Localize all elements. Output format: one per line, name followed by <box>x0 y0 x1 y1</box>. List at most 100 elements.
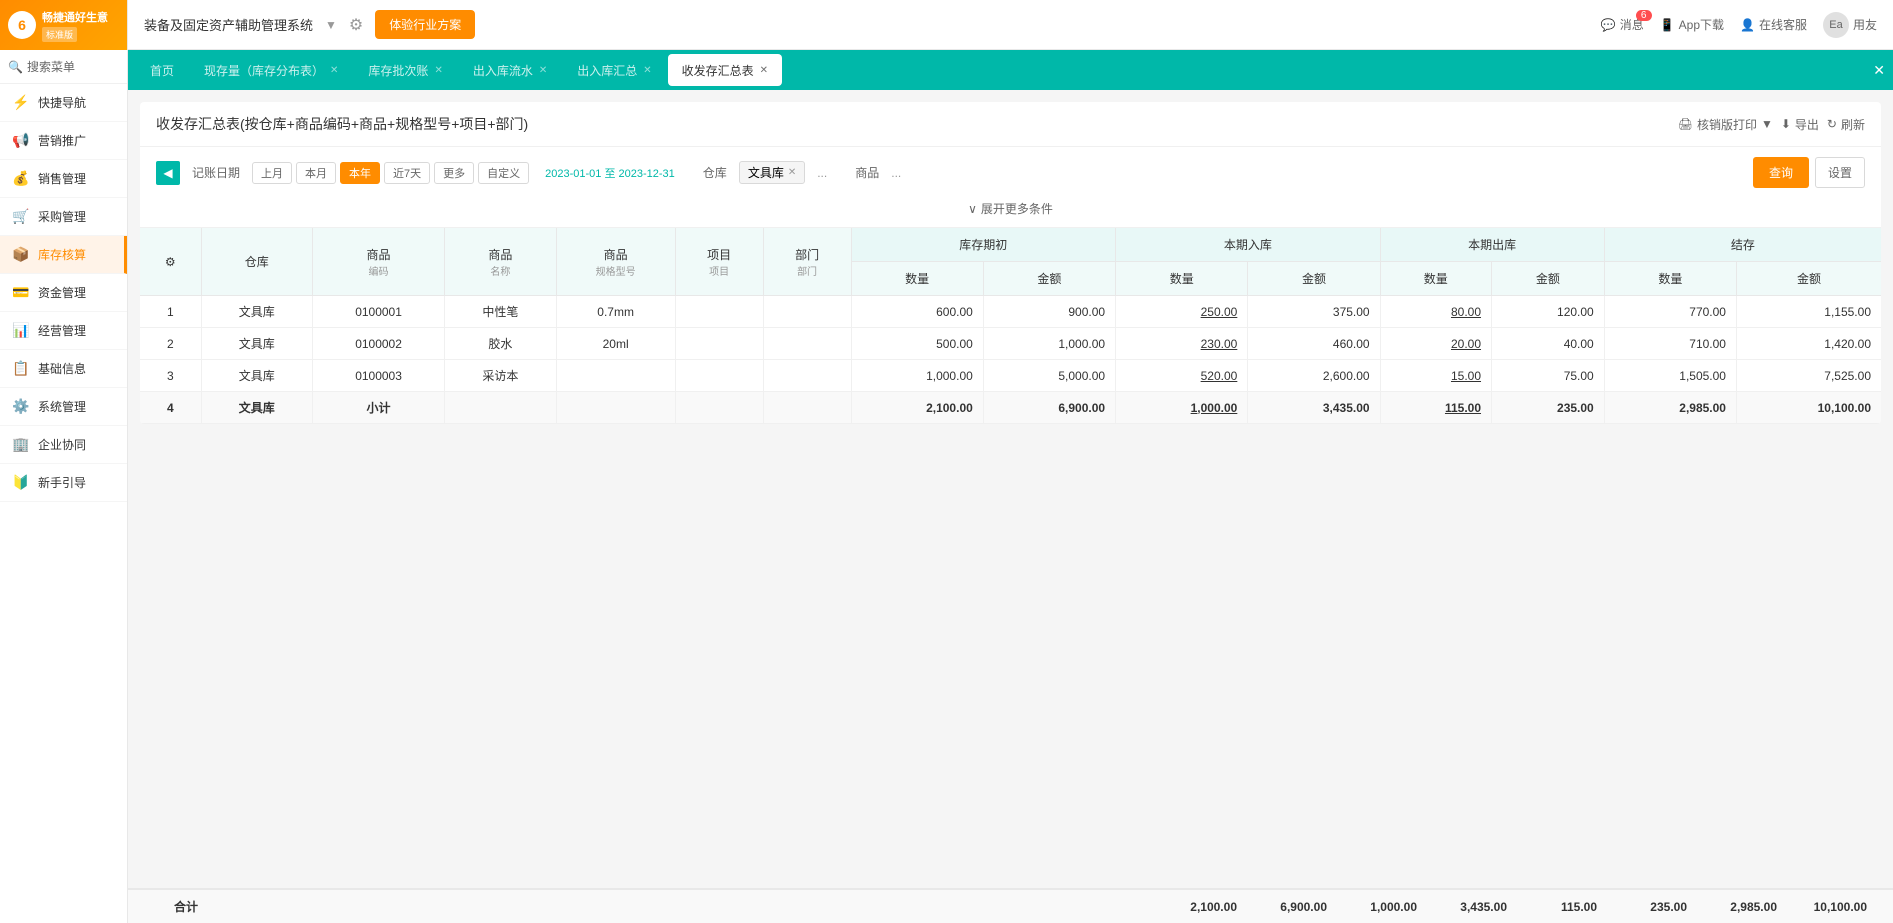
row1-name: 中性笔 <box>445 296 556 328</box>
date-this-month-button[interactable]: 本月 <box>296 162 336 184</box>
topbar-left: 装备及固定资产辅助管理系统 ▼ ⚙ 体验行业方案 <box>144 10 475 39</box>
management-label: 经营管理 <box>38 322 86 339</box>
row2-out-qty[interactable]: 20.00 <box>1380 328 1491 360</box>
user-menu[interactable]: Ea 用友 <box>1823 12 1877 38</box>
row1-no: 1 <box>140 296 201 328</box>
table-row: 1 文具库 0100001 中性笔 0.7mm 600.00 900.00 25… <box>140 296 1881 328</box>
page-actions: 🖨 核销版打印 ▼ ⬇ 导出 ↻ 刷新 <box>1678 116 1865 133</box>
logo-app-name: 畅捷通好生意 <box>42 9 108 25</box>
row1-out-amt: 120.00 <box>1492 296 1605 328</box>
sidebar-item-sales[interactable]: 💰 销售管理 <box>0 160 127 198</box>
search-icon: 🔍 <box>8 60 23 74</box>
topbar-settings-icon[interactable]: ⚙ <box>349 15 363 35</box>
tab-batch-label: 库存批次账 <box>368 62 428 79</box>
subtotal-out-amt: 235.00 <box>1492 392 1605 424</box>
row2-close-amt: 1,420.00 <box>1736 328 1881 360</box>
row1-warehouse: 文具库 <box>201 296 312 328</box>
date-more-button[interactable]: 更多 <box>434 162 474 184</box>
subtotal-open-qty: 2,100.00 <box>851 392 983 424</box>
warehouse-tag-close[interactable]: ✕ <box>788 167 796 178</box>
sidebar-item-marketing[interactable]: 📢 营销推广 <box>0 122 127 160</box>
sidebar-search[interactable]: 🔍 搜索菜单 <box>0 50 127 84</box>
try-industry-button[interactable]: 体验行业方案 <box>375 10 475 39</box>
refresh-button[interactable]: ↻ 刷新 <box>1827 116 1865 133</box>
subtotal-in-qty[interactable]: 1,000.00 <box>1116 392 1248 424</box>
print-button[interactable]: 🖨 核销版打印 ▼ <box>1678 116 1773 133</box>
tab-inout-flow-close[interactable]: ✕ <box>539 65 547 76</box>
expand-icon: ∨ <box>968 202 977 216</box>
tab-inout-summary-close[interactable]: ✕ <box>643 65 651 76</box>
date-custom-button[interactable]: 自定义 <box>478 162 529 184</box>
sidebar-logo: 6 畅捷通好生意 标准版 <box>0 0 127 50</box>
tab-inout-summary[interactable]: 出入库汇总 ✕ <box>563 54 665 86</box>
tab-inout-flow[interactable]: 出入库流水 ✕ <box>459 54 561 86</box>
tab-batch-close[interactable]: ✕ <box>434 65 442 76</box>
content-area: 收发存汇总表(按仓库+商品编码+商品+规格型号+项目+部门) 🖨 核销版打印 ▼… <box>128 90 1893 923</box>
row3-open-amt: 5,000.00 <box>983 360 1115 392</box>
date-last-month-button[interactable]: 上月 <box>252 162 292 184</box>
row1-project <box>675 296 763 328</box>
tab-receive-summary[interactable]: 收发存汇总表 ✕ <box>668 54 782 86</box>
row3-in-qty[interactable]: 520.00 <box>1116 360 1248 392</box>
row1-dept <box>763 296 851 328</box>
th-open-amt: 金额 <box>983 262 1115 296</box>
tab-inventory-dist-close[interactable]: ✕ <box>330 65 338 76</box>
inventory-icon: 📦 <box>12 246 30 263</box>
row3-out-qty[interactable]: 15.00 <box>1380 360 1491 392</box>
goods-more[interactable]: ... <box>891 166 901 180</box>
subtotal-close-amt: 10,100.00 <box>1736 392 1881 424</box>
export-label: 导出 <box>1795 116 1819 133</box>
sidebar-item-management[interactable]: 📊 经营管理 <box>0 312 127 350</box>
total-values: 2,100.00 6,900.00 1,000.00 3,435.00 115.… <box>1157 900 1877 914</box>
row1-in-qty[interactable]: 250.00 <box>1116 296 1248 328</box>
th-settings[interactable]: ⚙ <box>140 228 201 296</box>
warehouse-more[interactable]: ... <box>817 166 827 180</box>
row2-spec: 20ml <box>556 328 675 360</box>
query-button[interactable]: 查询 <box>1753 157 1809 188</box>
th-close-amt: 金额 <box>1736 262 1881 296</box>
expand-conditions-button[interactable]: ∨ 展开更多条件 <box>968 200 1053 217</box>
row3-close-amt: 7,525.00 <box>1736 360 1881 392</box>
sidebar-item-guide[interactable]: 🔰 新手引导 <box>0 464 127 502</box>
row2-in-qty[interactable]: 230.00 <box>1116 328 1248 360</box>
online-support-button[interactable]: 👤 在线客服 <box>1740 16 1807 33</box>
message-button[interactable]: 💬 消息 6 <box>1601 16 1644 33</box>
sales-label: 销售管理 <box>38 170 86 187</box>
subtotal-open-amt: 6,900.00 <box>983 392 1115 424</box>
page-header: 收发存汇总表(按仓库+商品编码+商品+规格型号+项目+部门) 🖨 核销版打印 ▼… <box>140 102 1881 147</box>
date-7days-button[interactable]: 近7天 <box>384 162 430 184</box>
export-button[interactable]: ⬇ 导出 <box>1781 116 1819 133</box>
tab-receive-summary-close[interactable]: ✕ <box>760 65 768 76</box>
print-dropdown-icon: ▼ <box>1761 117 1773 131</box>
table-footer: 合计 2,100.00 6,900.00 1,000.00 3,435.00 1… <box>128 888 1893 923</box>
date-range-display: 2023-01-01 至 2023-12-31 <box>545 165 675 181</box>
settings-text-button[interactable]: 设置 <box>1815 157 1865 188</box>
subtotal-out-qty[interactable]: 115.00 <box>1380 392 1491 424</box>
export-icon: ⬇ <box>1781 117 1791 131</box>
app-download-button[interactable]: 📱 App下载 <box>1660 16 1724 33</box>
tab-batch[interactable]: 库存批次账 ✕ <box>354 54 456 86</box>
sidebar-item-system[interactable]: ⚙️ 系统管理 <box>0 388 127 426</box>
date-this-year-button[interactable]: 本年 <box>340 162 380 184</box>
total-out-amt: 235.00 <box>1607 900 1697 914</box>
row3-dept <box>763 360 851 392</box>
tab-home[interactable]: 首页 <box>136 54 188 86</box>
sales-icon: 💰 <box>12 170 30 187</box>
th-goods-spec: 商品 规格型号 <box>556 228 675 296</box>
app-download-label: App下载 <box>1679 16 1724 33</box>
sidebar-item-shortcut[interactable]: ⚡ 快捷导航 <box>0 84 127 122</box>
sidebar-item-inventory[interactable]: 📦 库存核算 <box>0 236 127 274</box>
sidebar-item-basic-info[interactable]: 📋 基础信息 <box>0 350 127 388</box>
table-settings-icon: ⚙ <box>165 255 176 269</box>
row3-close-qty: 1,505.00 <box>1604 360 1736 392</box>
tabbar-close-button[interactable]: ✕ <box>1873 62 1885 79</box>
th-group-out: 本期出库 <box>1380 228 1604 262</box>
purchase-label: 采购管理 <box>38 208 86 225</box>
sidebar-item-finance[interactable]: 💳 资金管理 <box>0 274 127 312</box>
topbar-dropdown-icon[interactable]: ▼ <box>325 18 337 32</box>
sidebar-item-purchase[interactable]: 🛒 采购管理 <box>0 198 127 236</box>
row1-out-qty[interactable]: 80.00 <box>1380 296 1491 328</box>
filter-collapse-button[interactable]: ◀ <box>156 161 180 185</box>
sidebar-item-enterprise[interactable]: 🏢 企业协同 <box>0 426 127 464</box>
tab-inventory-dist[interactable]: 现存量（库存分布表） ✕ <box>190 54 352 86</box>
